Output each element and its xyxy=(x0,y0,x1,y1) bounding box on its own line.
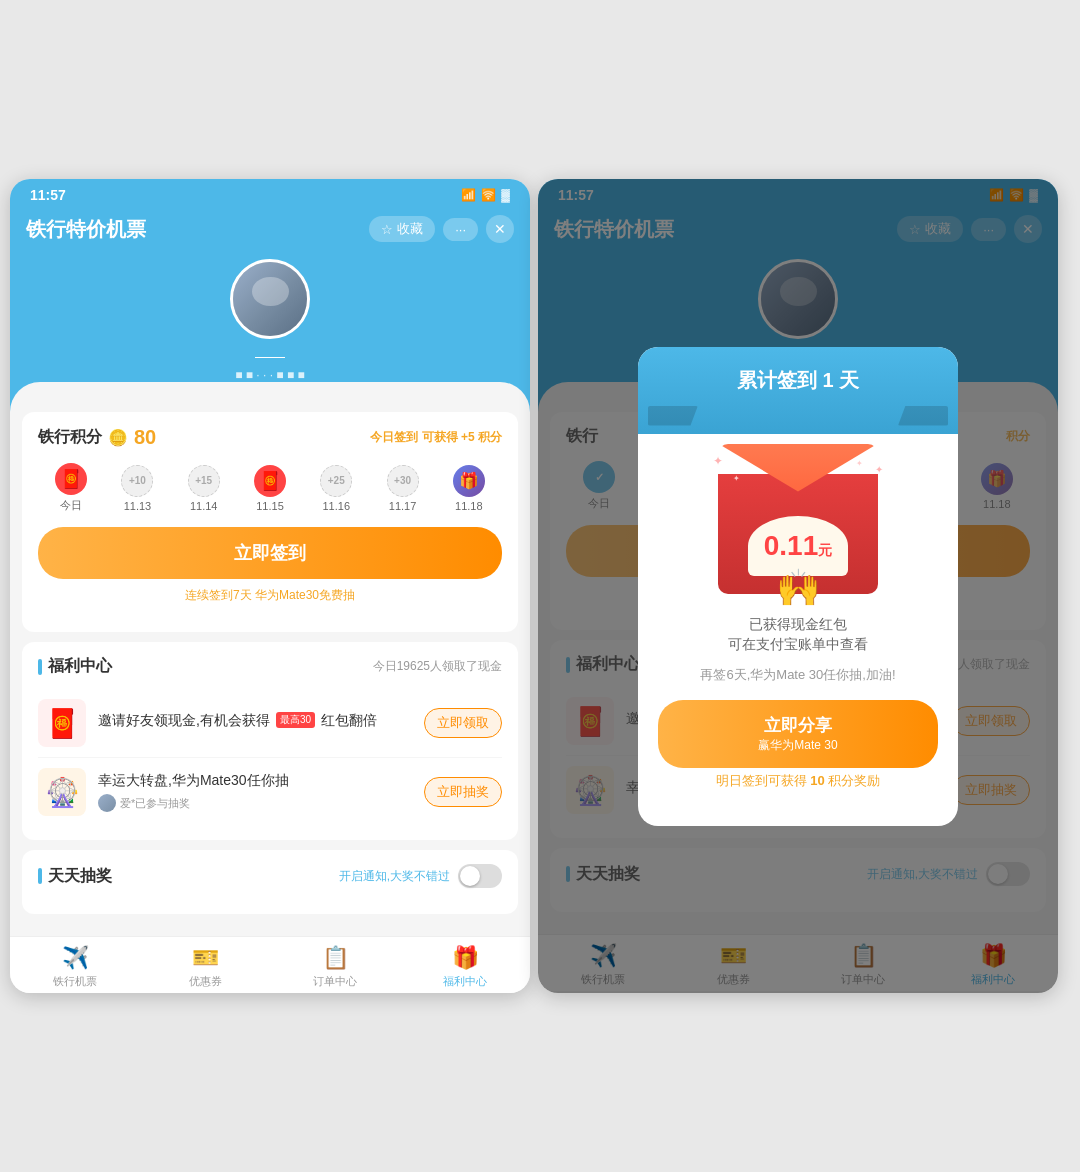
welfare-icon-lucky: 🎡 xyxy=(38,768,86,816)
popup-desc1: 已获得现金红包 xyxy=(658,616,938,634)
left-phone: 11:57 📶 🛜 ▓ 铁行特价机票 ☆ 收藏 ··· ✕ xyxy=(10,179,530,993)
daily-header-left: 天天抽奖 开启通知,大奖不错过 xyxy=(38,864,502,888)
user-id-left: ■ ■ · · · ■ ■ ■ xyxy=(235,368,305,382)
daily-section-left: 天天抽奖 开启通知,大奖不错过 xyxy=(22,850,518,914)
daily-title-left: 天天抽奖 xyxy=(38,866,112,887)
ribbon-right xyxy=(898,406,948,426)
popup-tomorrow-hint: 明日签到可获得 10 积分奖励 xyxy=(658,772,938,806)
signin-day-0: 🧧 今日 xyxy=(38,463,104,513)
avatar-left xyxy=(230,259,310,339)
close-icon-left: ✕ xyxy=(494,221,506,237)
header-actions-left: ☆ 收藏 ··· ✕ xyxy=(369,215,514,243)
welfare-item-invite: 🧧 邀请好友领现金,有机会获得 最高30 红包翻倍 立即领取 xyxy=(38,689,502,758)
popup-body: 0.11 元 🙌 ✦ ✦ ✦ ✦ xyxy=(638,434,958,826)
popup-card: 累计签到 1 天 0.11 元 xyxy=(638,347,958,826)
nav-flights-label-left: 铁行机票 xyxy=(53,974,97,989)
popup-title: 累计签到 1 天 xyxy=(658,367,938,394)
popup-amount-unit: 元 xyxy=(818,542,832,560)
collect-button-left[interactable]: ☆ 收藏 xyxy=(369,216,435,242)
welfare-name-lucky: 幸运大转盘,华为Mate30任你抽 xyxy=(98,772,412,790)
ribbon-left xyxy=(648,406,698,426)
right-phone: 11:57 📶 🛜 ▓ 铁行特价机票 ☆ 收藏 ··· ✕ xyxy=(538,179,1058,993)
nav-flights-left[interactable]: ✈️ 铁行机票 xyxy=(10,945,140,989)
welfare-hint-left: 今日19625人领取了现金 xyxy=(373,658,502,675)
signin-day-4: +25 11.16 xyxy=(303,465,369,512)
welfare-header-left: 福利中心 今日19625人领取了现金 xyxy=(38,656,502,677)
star-icon-left: ☆ xyxy=(381,222,393,237)
more-button-left[interactable]: ··· xyxy=(443,218,478,241)
signin-day-1: +10 11.13 xyxy=(104,465,170,512)
notify-toggle-left[interactable] xyxy=(458,864,502,888)
toggle-knob-left xyxy=(460,866,480,886)
signal-icon-left: 📶 xyxy=(461,188,476,202)
username-left: —— xyxy=(255,347,285,364)
battery-icon-left: ▓ xyxy=(501,188,510,202)
nav-welfare-left[interactable]: 🎁 福利中心 xyxy=(400,945,530,989)
time-left: 11:57 xyxy=(30,187,66,203)
welfare-section-left: 福利中心 今日19625人领取了现金 🧧 邀请好友领现金,有机会获得 最高30 … xyxy=(22,642,518,840)
popup-overlay: 累计签到 1 天 0.11 元 xyxy=(538,179,1058,993)
invite-claim-button[interactable]: 立即领取 xyxy=(424,708,502,738)
points-header-left: 铁行积分 🪙 80 今日签到 可获得 +5 积分 xyxy=(38,426,502,449)
nav-orders-label-left: 订单中心 xyxy=(313,974,357,989)
signin-day-3: 🧧 11.15 xyxy=(237,465,303,512)
notify-label-left: 开启通知,大奖不错过 xyxy=(339,868,450,885)
close-button-left[interactable]: ✕ xyxy=(486,215,514,243)
popup-share-button[interactable]: 立即分享 赢华为Mate 30 xyxy=(658,700,938,768)
lucky-draw-button[interactable]: 立即抽奖 xyxy=(424,777,502,807)
nav-orders-icon-left: 📋 xyxy=(322,945,349,971)
points-title-left: 铁行积分 🪙 80 xyxy=(38,426,156,449)
signin-day-5: +30 11.17 xyxy=(369,465,435,512)
profile-section-left: —— ■ ■ · · · ■ ■ ■ xyxy=(10,259,530,412)
user-participant: 爱*已参与抽奖 xyxy=(98,794,412,812)
nav-coupons-left[interactable]: 🎫 优惠券 xyxy=(140,945,270,989)
signin-day-6: 🎁 11.18 xyxy=(436,465,502,512)
welfare-name-invite: 邀请好友领现金,有机会获得 最高30 红包翻倍 xyxy=(98,712,412,730)
app-title-left: 铁行特价机票 xyxy=(26,216,146,243)
welfare-title-left: 福利中心 xyxy=(38,656,112,677)
signin-hint-left: 连续签到7天 华为Mate30免费抽 xyxy=(38,587,502,604)
signin-strip-left: 🧧 今日 +10 11.13 +15 11.14 🧧 11.15 xyxy=(38,463,502,513)
welfare-icon-invite: 🧧 xyxy=(38,699,86,747)
nav-flights-icon-left: ✈️ xyxy=(62,945,89,971)
signin-button-left[interactable]: 立即签到 xyxy=(38,527,502,579)
popup-desc2: 可在支付宝账单中查看 xyxy=(658,636,938,654)
hands-emoji: 🙌 xyxy=(776,567,821,609)
points-value-left: 80 xyxy=(134,426,156,449)
nav-coupons-label-left: 优惠券 xyxy=(189,974,222,989)
bottom-nav-left: ✈️ 铁行机票 🎫 优惠券 📋 订单中心 🎁 福利中心 xyxy=(10,936,530,993)
points-section-left: 铁行积分 🪙 80 今日签到 可获得 +5 积分 🧧 今日 xyxy=(22,412,518,632)
nav-welfare-icon-left: 🎁 xyxy=(452,945,479,971)
popup-amount: 0.11 xyxy=(764,530,819,562)
signin-day-2: +15 11.14 xyxy=(171,465,237,512)
popup-continue: 再签6天,华为Mate 30任你抽,加油! xyxy=(658,666,938,684)
welfare-item-lucky: 🎡 幸运大转盘,华为Mate30任你抽 爱*已参与抽奖 立即抽奖 xyxy=(38,758,502,826)
nav-coupons-icon-left: 🎫 xyxy=(192,945,219,971)
status-bar-left: 11:57 📶 🛜 ▓ xyxy=(10,179,530,207)
envelope-container: 0.11 元 🙌 ✦ ✦ ✦ ✦ xyxy=(708,424,888,604)
welfare-info-lucky: 幸运大转盘,华为Mate30任你抽 爱*已参与抽奖 xyxy=(98,772,412,812)
app-header-left: 铁行特价机票 ☆ 收藏 ··· ✕ xyxy=(10,207,530,259)
content-left: 铁行积分 🪙 80 今日签到 可获得 +5 积分 🧧 今日 xyxy=(10,412,530,936)
nav-welfare-label-left: 福利中心 xyxy=(443,974,487,989)
wifi-icon-left: 🛜 xyxy=(481,188,496,202)
points-hint-left: 今日签到 可获得 +5 积分 xyxy=(370,429,502,446)
popup-header: 累计签到 1 天 xyxy=(638,347,958,434)
welfare-info-invite: 邀请好友领现金,有机会获得 最高30 红包翻倍 xyxy=(98,712,412,734)
nav-orders-left[interactable]: 📋 订单中心 xyxy=(270,945,400,989)
